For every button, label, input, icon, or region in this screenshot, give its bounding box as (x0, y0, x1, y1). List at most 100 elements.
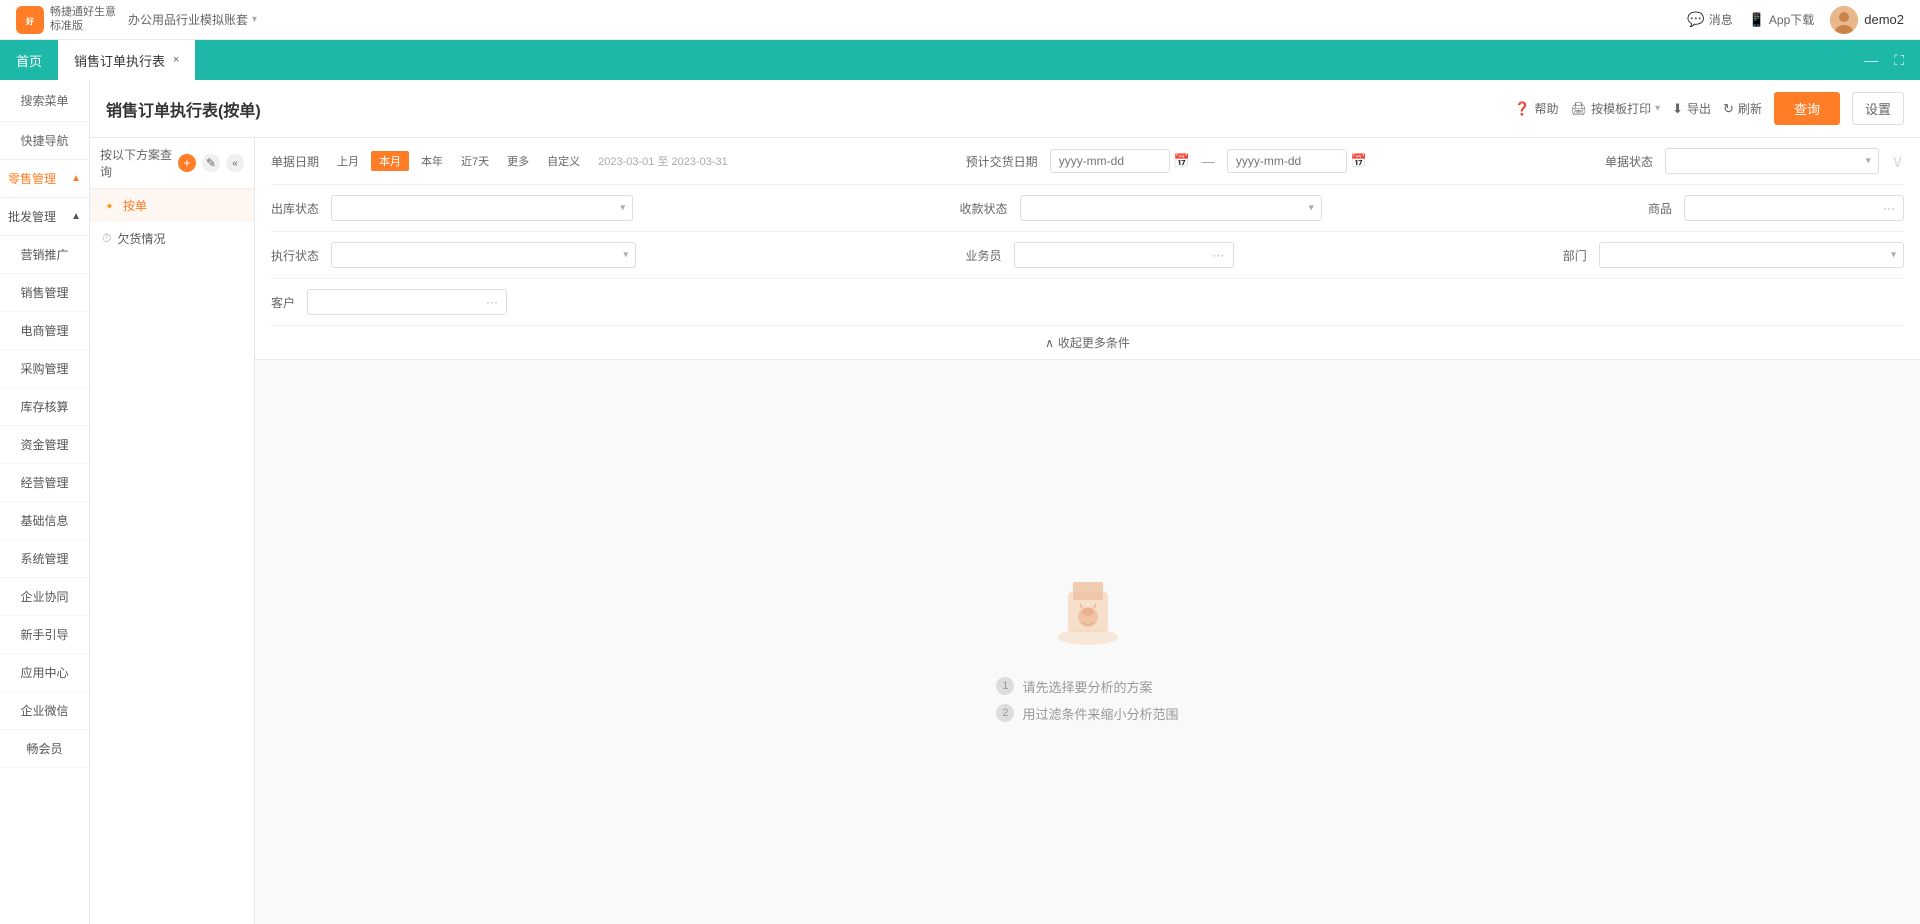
search-button[interactable]: 查询 (1774, 92, 1840, 125)
print-button[interactable]: 🖨 按模板打印 ▾ (1571, 100, 1661, 117)
tip-1-number: 1 (996, 677, 1014, 695)
sidebar-item-appstore[interactable]: 应用中心 (0, 654, 89, 692)
salesperson-label: 业务员 (965, 247, 1001, 264)
left-panel-add-button[interactable]: + (178, 154, 196, 172)
delivery-status-select[interactable] (331, 195, 633, 221)
top-bar-left: 好 畅捷通好生意 标准版 办公用品行业模拟账套 ▾ (16, 6, 257, 34)
sidebar-item-marketing[interactable]: 营销推广 (0, 236, 89, 274)
empty-tip-1: 1 请先选择要分析的方案 (996, 677, 1178, 696)
date-btn-7days[interactable]: 近7天 (455, 151, 495, 171)
goods-more-icon[interactable]: ··· (1883, 201, 1895, 215)
status-dropdown-icon[interactable]: ∨ (1891, 151, 1904, 172)
filter-row-4: 客户 ··· (271, 279, 1904, 326)
calendar-end-icon[interactable]: 📅 (1351, 153, 1367, 169)
top-bar: 好 畅捷通好生意 标准版 办公用品行业模拟账套 ▾ 💬 消息 📱 App下载 (0, 0, 1920, 40)
left-panel-item-by-order[interactable]: 🔸 按单 (90, 189, 254, 222)
receipt-status-select[interactable] (1020, 195, 1322, 221)
customer-label: 客户 (271, 294, 295, 311)
filter-row-3: 执行状态 业务员 ··· (271, 232, 1904, 279)
settings-button[interactable]: 设置 (1852, 92, 1904, 125)
tab-close-icon[interactable]: × (173, 54, 179, 66)
tab-sales-order[interactable]: 销售订单执行表 × (58, 40, 195, 80)
left-panel-edit-button[interactable]: ✎ (202, 154, 220, 172)
date-btn-last-month[interactable]: 上月 (331, 151, 365, 171)
page-header-actions: ❓ 帮助 🖨 按模板打印 ▾ ⬇ 导出 ↻ 刷新 (1514, 92, 1904, 125)
left-panel-header: 按以下方案查询 + ✎ « (90, 138, 254, 189)
sidebar-search-section: 搜索菜单 (0, 80, 89, 122)
goods-input-wrap: ··· (1684, 195, 1904, 221)
print-dropdown-icon: ▾ (1655, 103, 1660, 114)
logo-icon: 好 (16, 6, 44, 34)
message-button[interactable]: 💬 消息 (1687, 11, 1732, 28)
department-label: 部门 (1563, 247, 1587, 264)
sidebar: 搜索菜单 快捷导航 零售管理 ▲ 批发管理 ▲ 营销推广 销售管理 电商管理 (0, 80, 90, 924)
salesperson-more-icon[interactable]: ··· (1213, 248, 1225, 262)
empty-tips: 1 请先选择要分析的方案 2 用过滤条件来缩小分析范围 (996, 677, 1178, 723)
execution-status-select[interactable] (331, 242, 636, 268)
top-bar-right: 💬 消息 📱 App下载 demo2 (1687, 6, 1904, 34)
user-profile[interactable]: demo2 (1830, 6, 1904, 34)
sidebar-item-sales[interactable]: 销售管理 (0, 274, 89, 312)
export-button[interactable]: ⬇ 导出 (1672, 100, 1711, 117)
sidebar-item-ecommerce[interactable]: 电商管理 (0, 312, 89, 350)
main-with-panel: 按以下方案查询 + ✎ « 🔸 按单 ⏱ 欠货情况 (90, 138, 1920, 924)
department-wrap (1599, 242, 1904, 268)
page-header: 销售订单执行表(按单) ❓ 帮助 🖨 按模板打印 ▾ ⬇ 导出 (90, 80, 1920, 138)
window-minimize-button[interactable]: — (1860, 48, 1882, 72)
date-start-input[interactable] (1050, 149, 1170, 173)
by-order-icon: 🔸 (102, 199, 117, 213)
sidebar-item-wechat[interactable]: 企业微信 (0, 692, 89, 730)
download-icon: 📱 (1749, 12, 1765, 28)
svg-text:好: 好 (25, 16, 34, 26)
refresh-button[interactable]: ↻ 刷新 (1723, 100, 1762, 117)
filter-container: 单据日期 上月 本月 本年 近7天 更多 自定义 2023-03-01 至 20… (255, 138, 1920, 360)
customer-more-icon[interactable]: ··· (486, 295, 498, 309)
window-maximize-button[interactable]: ⛶ (1890, 48, 1908, 73)
tab-home[interactable]: 首页 (0, 40, 58, 80)
left-panel-title: 按以下方案查询 (100, 146, 178, 180)
date-btn-current-month[interactable]: 本月 (371, 151, 409, 171)
collapse-more-button[interactable]: ∧ 收起更多条件 (271, 326, 1904, 359)
calendar-start-icon[interactable]: 📅 (1174, 153, 1190, 169)
date-end-input[interactable] (1227, 149, 1347, 173)
sidebar-item-finance[interactable]: 资金管理 (0, 426, 89, 464)
sidebar-quick-nav-section: 快捷导航 (0, 122, 89, 160)
tab-window-actions: — ⛶ (1860, 48, 1920, 73)
quick-nav-button[interactable]: 快捷导航 (0, 128, 89, 153)
goods-label: 商品 (1648, 200, 1672, 217)
sidebar-item-inventory[interactable]: 库存核算 (0, 388, 89, 426)
search-menu-button[interactable]: 搜索菜单 (8, 88, 81, 113)
sidebar-item-system[interactable]: 系统管理 (0, 540, 89, 578)
predicted-date-label: 预计交货日期 (966, 153, 1038, 170)
salesperson-input[interactable] (1023, 248, 1213, 262)
right-content: 单据日期 上月 本月 本年 近7天 更多 自定义 2023-03-01 至 20… (255, 138, 1920, 924)
date-btn-custom[interactable]: 自定义 (541, 151, 586, 171)
app-download-button[interactable]: 📱 App下载 (1749, 11, 1815, 28)
date-btn-more[interactable]: 更多 (501, 151, 535, 171)
sidebar-item-basic[interactable]: 基础信息 (0, 502, 89, 540)
empty-illustration (1038, 562, 1138, 665)
export-icon: ⬇ (1672, 101, 1683, 117)
avatar (1830, 6, 1858, 34)
left-panel-collapse-button[interactable]: « (226, 154, 244, 172)
department-select[interactable] (1599, 242, 1904, 268)
sidebar-item-wholesale[interactable]: 批发管理 ▲ (0, 198, 89, 236)
filter-row-1: 单据日期 上月 本月 本年 近7天 更多 自定义 2023-03-01 至 20… (271, 138, 1904, 185)
sidebar-item-enterprise[interactable]: 企业协同 (0, 578, 89, 616)
sidebar-item-retail[interactable]: 零售管理 ▲ (0, 160, 89, 198)
goods-input[interactable] (1693, 201, 1883, 215)
sidebar-item-business[interactable]: 经营管理 (0, 464, 89, 502)
left-panel-actions: + ✎ « (178, 154, 244, 172)
sidebar-item-member[interactable]: 畅会员 (0, 730, 89, 768)
status-select[interactable] (1665, 148, 1879, 174)
sidebar-item-purchase[interactable]: 采购管理 (0, 350, 89, 388)
help-button[interactable]: ❓ 帮助 (1514, 100, 1558, 117)
receipt-status-wrap (1020, 195, 1322, 221)
message-icon: 💬 (1687, 11, 1704, 28)
date-separator: — (1202, 154, 1215, 169)
customer-input-wrap: ··· (307, 289, 507, 315)
date-btn-current-year[interactable]: 本年 (415, 151, 449, 171)
sidebar-item-newbie[interactable]: 新手引导 (0, 616, 89, 654)
left-panel-item-shortage[interactable]: ⏱ 欠货情况 (90, 222, 254, 255)
customer-input[interactable] (316, 295, 486, 309)
